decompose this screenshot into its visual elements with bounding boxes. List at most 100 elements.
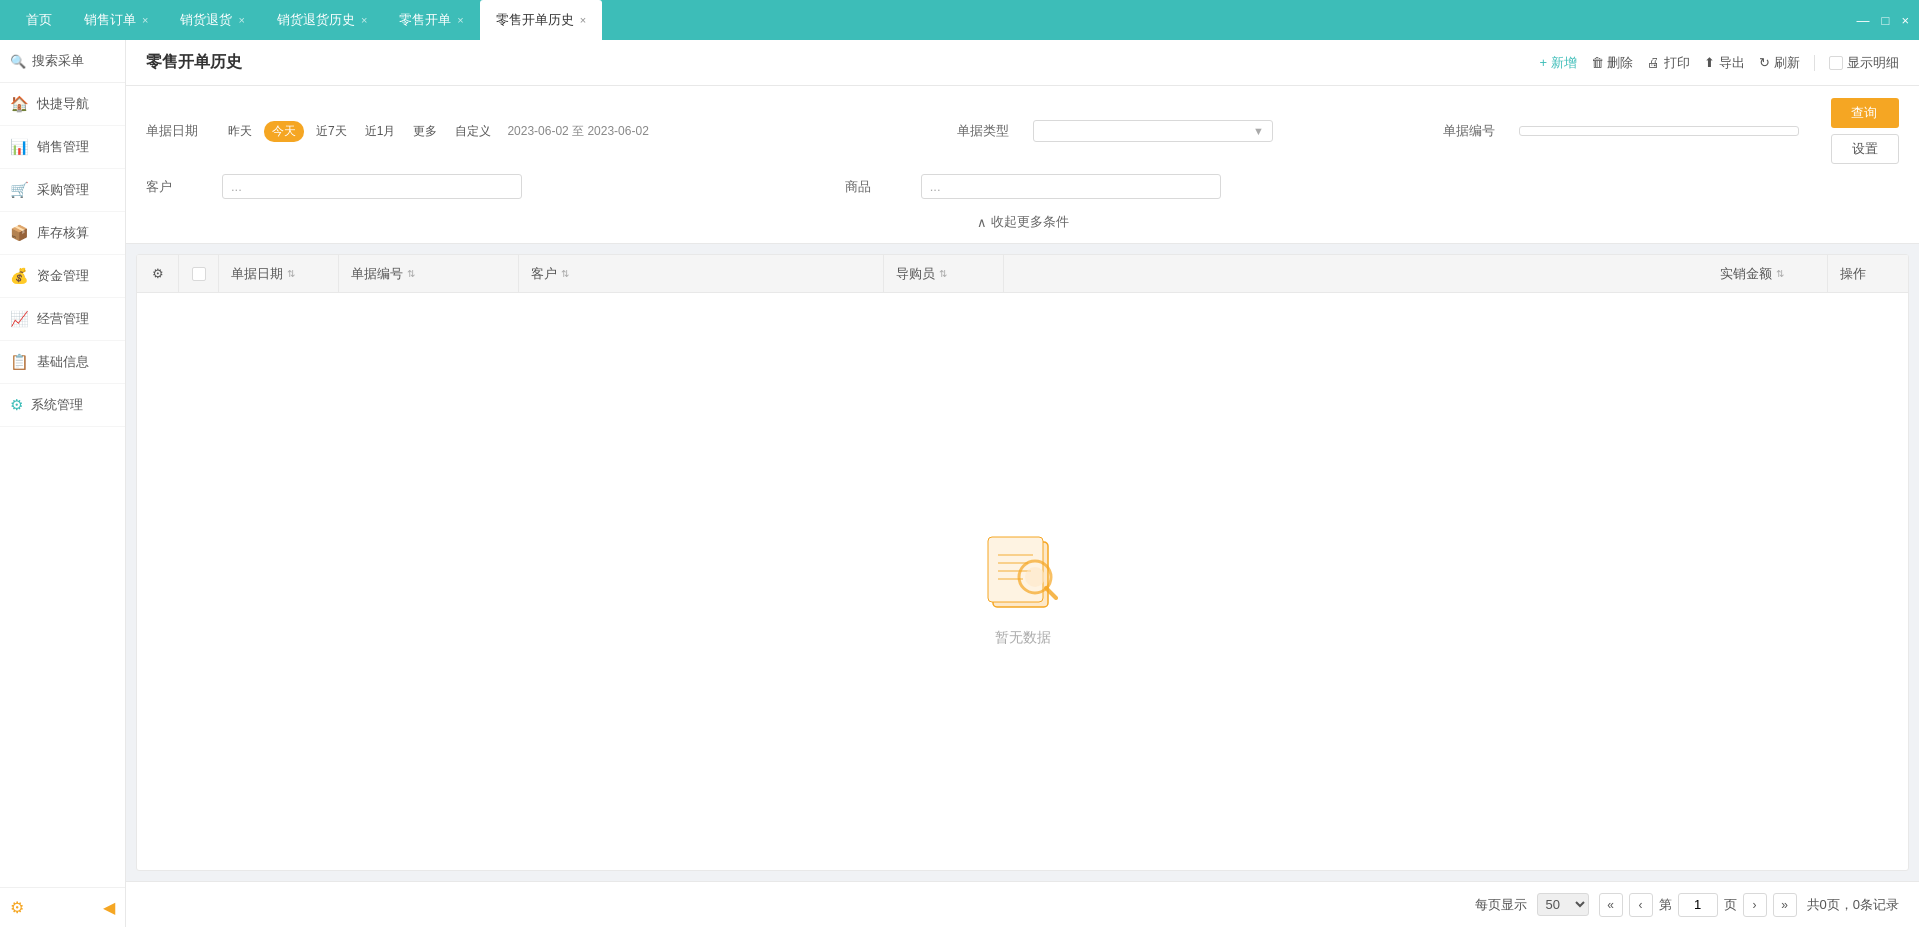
page-title: 零售开单历史: [146, 52, 242, 73]
page-input[interactable]: [1678, 893, 1718, 917]
collapse-btn[interactable]: ∧ 收起更多条件: [977, 213, 1069, 231]
nav-tab-3[interactable]: 销货退货历史×: [261, 0, 383, 40]
number-sort-icon: ⇅: [407, 268, 415, 279]
sidebar-item-1[interactable]: 📊销售管理: [0, 126, 125, 169]
table-body: 暂无数据: [137, 293, 1908, 870]
pagination: 每页显示 50 10 20 100 « ‹ 第 页 › » 共0页，0条记录: [126, 881, 1919, 927]
table-header: ⚙ 单据日期 ⇅ 单据编号 ⇅ 客户 ⇅ 导购员: [137, 255, 1908, 293]
date-btn-1month[interactable]: 近1月: [359, 121, 402, 142]
collapse-chevron-icon: ∧: [977, 215, 987, 230]
th-guide[interactable]: 导购员 ⇅: [884, 255, 1004, 292]
header-checkbox[interactable]: [192, 267, 206, 281]
sidebar-item-7[interactable]: ⚙系统管理: [0, 384, 125, 427]
main-layout: 🔍 搜索采单 🏠快捷导航📊销售管理🛒采购管理📦库存核算💰资金管理📈经营管理📋基础…: [0, 40, 1919, 927]
filter-panel: 单据日期 昨天 今天 近7天 近1月 更多 自定义 2023-06-02 至 2…: [126, 86, 1919, 244]
nav-tab-0[interactable]: 首页: [10, 0, 68, 40]
amount-sort-icon: ⇅: [1776, 268, 1784, 279]
th-spacer: [1004, 255, 1708, 292]
date-btn-today[interactable]: 今天: [264, 121, 304, 142]
content-header: 零售开单历史 + 新增 🗑 删除 🖨 打印 ⬆ 导出 ↻ 刷新 显示明细: [126, 40, 1919, 86]
last-page-button[interactable]: »: [1773, 893, 1797, 917]
th-date[interactable]: 单据日期 ⇅: [219, 255, 339, 292]
sidebar-label-4: 资金管理: [37, 267, 89, 285]
minimize-button[interactable]: —: [1857, 13, 1870, 28]
nav-tab-close-4[interactable]: ×: [457, 14, 463, 26]
prev-page-button[interactable]: ‹: [1629, 893, 1653, 917]
type-select-arrow: ▼: [1253, 125, 1264, 137]
sidebar-item-3[interactable]: 📦库存核算: [0, 212, 125, 255]
window-controls: — □ ×: [1857, 13, 1909, 28]
sidebar-search-label: 搜索采单: [32, 52, 84, 70]
toolbar-separator: [1814, 55, 1815, 71]
sidebar-item-0[interactable]: 🏠快捷导航: [0, 83, 125, 126]
refresh-button[interactable]: ↻ 刷新: [1759, 54, 1800, 72]
sidebar-item-4[interactable]: 💰资金管理: [0, 255, 125, 298]
nav-tab-close-5[interactable]: ×: [580, 14, 586, 26]
maximize-button[interactable]: □: [1882, 13, 1890, 28]
th-action-label: 操作: [1840, 265, 1866, 283]
nav-tab-5[interactable]: 零售开单历史×: [480, 0, 602, 40]
settings-button[interactable]: 设置: [1831, 134, 1899, 164]
nav-tab-4[interactable]: 零售开单 ×: [383, 0, 479, 40]
th-amount[interactable]: 实销金额 ⇅: [1708, 255, 1828, 292]
th-checkbox[interactable]: [179, 255, 219, 292]
first-page-button[interactable]: «: [1599, 893, 1623, 917]
nav-tab-close-2[interactable]: ×: [238, 14, 244, 26]
th-customer[interactable]: 客户 ⇅: [519, 255, 884, 292]
sidebar-icon-2: 🛒: [10, 181, 29, 199]
nav-tabs: 首页销售订单×销货退货×销货退货历史×零售开单×零售开单历史×: [10, 0, 1857, 40]
sidebar-item-6[interactable]: 📋基础信息: [0, 341, 125, 384]
th-number-label: 单据编号: [351, 265, 403, 283]
nav-tab-close-1[interactable]: ×: [142, 14, 148, 26]
collapse-label: 收起更多条件: [991, 213, 1069, 231]
filter-row-2: 客户 ... 商品 ...: [146, 174, 1899, 199]
nav-tab-label: 零售开单: [399, 11, 451, 29]
export-button[interactable]: ⬆ 导出: [1704, 54, 1745, 72]
print-button[interactable]: 🖨 打印: [1647, 54, 1690, 72]
table-area: ⚙ 单据日期 ⇅ 单据编号 ⇅ 客户 ⇅ 导购员: [136, 254, 1909, 871]
svg-point-7: [1025, 567, 1045, 587]
nav-tab-2[interactable]: 销货退货×: [164, 0, 260, 40]
type-filter-label: 单据类型: [957, 122, 1017, 140]
customer-filter-dots: ...: [231, 179, 242, 194]
add-button[interactable]: + 新增: [1540, 54, 1577, 72]
next-page-button[interactable]: ›: [1743, 893, 1767, 917]
window-close-button[interactable]: ×: [1901, 13, 1909, 28]
date-btn-yesterday[interactable]: 昨天: [222, 121, 258, 142]
sidebar-label-0: 快捷导航: [37, 95, 89, 113]
th-number[interactable]: 单据编号 ⇅: [339, 255, 519, 292]
search-button[interactable]: 查询: [1831, 98, 1899, 128]
nav-tab-1[interactable]: 销售订单×: [68, 0, 164, 40]
customer-filter-input[interactable]: ...: [222, 174, 522, 199]
date-btn-more[interactable]: 更多: [407, 121, 443, 142]
collapse-row: ∧ 收起更多条件: [146, 209, 1899, 231]
collapse-sidebar-icon[interactable]: ◀: [103, 898, 115, 917]
sidebar-item-5[interactable]: 📈经营管理: [0, 298, 125, 341]
total-text: 共0页，0条记录: [1807, 896, 1899, 914]
per-page-select[interactable]: 50 10 20 100: [1537, 893, 1589, 916]
sidebar-label-1: 销售管理: [37, 138, 89, 156]
settings-icon[interactable]: ⚙: [10, 898, 24, 917]
th-date-label: 单据日期: [231, 265, 283, 283]
number-filter-label: 单据编号: [1443, 122, 1503, 140]
show-detail-toggle[interactable]: 显示明细: [1829, 54, 1899, 72]
sidebar: 🔍 搜索采单 🏠快捷导航📊销售管理🛒采购管理📦库存核算💰资金管理📈经营管理📋基础…: [0, 40, 126, 927]
type-filter-select[interactable]: ▼: [1033, 120, 1273, 142]
sidebar-item-2[interactable]: 🛒采购管理: [0, 169, 125, 212]
sidebar-search[interactable]: 🔍 搜索采单: [0, 40, 125, 83]
date-btn-custom[interactable]: 自定义: [449, 121, 497, 142]
show-detail-checkbox[interactable]: [1829, 56, 1843, 70]
date-btn-7days[interactable]: 近7天: [310, 121, 353, 142]
sidebar-icon-7: ⚙: [10, 396, 23, 414]
number-filter-input[interactable]: [1519, 126, 1799, 136]
customer-sort-icon: ⇅: [561, 268, 569, 279]
nav-tab-close-3[interactable]: ×: [361, 14, 367, 26]
goods-filter-input[interactable]: ...: [921, 174, 1221, 199]
page-suffix: 页: [1724, 896, 1737, 914]
th-settings[interactable]: ⚙: [137, 255, 179, 292]
delete-button[interactable]: 🗑 删除: [1591, 54, 1634, 72]
pagination-nav: « ‹ 第 页 › »: [1599, 893, 1797, 917]
goods-filter-dots: ...: [930, 179, 941, 194]
empty-state: 暂无数据: [973, 517, 1073, 647]
date-filter-label: 单据日期: [146, 122, 206, 140]
